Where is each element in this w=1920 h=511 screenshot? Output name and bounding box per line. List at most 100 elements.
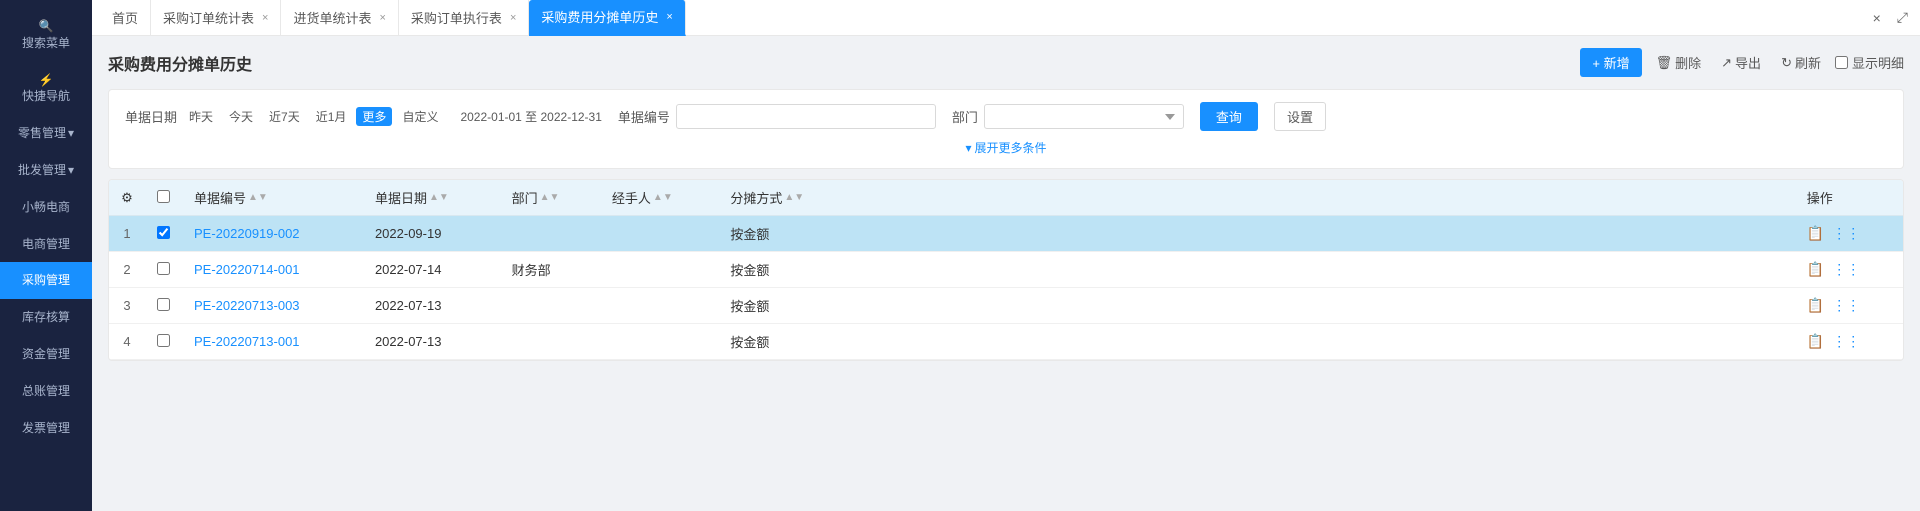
table-row: 4 PE-20220713-001 2022-07-13 按金额 📋 ⋮⋮ <box>109 324 1903 360</box>
tab-close-icon[interactable]: × <box>510 12 516 24</box>
col-handler[interactable]: 经手人 ▲▼ <box>600 180 718 216</box>
show-cols-toggle[interactable]: 显示明细 <box>1835 53 1904 72</box>
row-checkbox-cell[interactable] <box>145 216 182 252</box>
sidebar-item-finance[interactable]: 资金管理 <box>0 336 92 373</box>
date-filter-group: 单据日期 昨天 今天 近7天 近1月 更多 自定义 <box>125 107 444 126</box>
date-btn-yesterday[interactable]: 昨天 <box>183 107 219 126</box>
row-checkbox-cell[interactable] <box>145 252 182 288</box>
more-icon[interactable]: ⋮⋮ <box>1832 297 1860 314</box>
tab-purchase-stat[interactable]: 采购订单统计表 × <box>151 0 281 36</box>
tab-label: 采购订单统计表 <box>163 8 254 27</box>
sidebar-item-label: 快捷导航 <box>4 88 88 105</box>
row-checkbox[interactable] <box>157 226 170 239</box>
row-checkbox[interactable] <box>157 298 170 311</box>
row-settings-cell: 1 <box>109 216 145 252</box>
tabs-bar: 首页 采购订单统计表 × 进货单统计表 × 采购订单执行表 × 采购费用分摊单历… <box>92 0 1920 36</box>
page-header: 采购费用分摊单历史 + 新增 🗑 删除 ↗ 导出 ↻ 刷新 显示明细 <box>108 48 1904 77</box>
sidebar-item-retail[interactable]: 零售管理 ▾ <box>0 115 92 152</box>
docno-input[interactable] <box>676 104 936 129</box>
tab-close-icon[interactable]: × <box>379 12 385 24</box>
window-expand-btn[interactable]: ⤢ <box>1893 7 1912 28</box>
row-checkbox[interactable] <box>157 334 170 347</box>
sidebar-item-wholesale[interactable]: 批发管理 ▾ <box>0 152 92 189</box>
docno-filter-group: 单据编号 <box>618 104 936 129</box>
row-checkbox-cell[interactable] <box>145 288 182 324</box>
sidebar-item-label: 搜索菜单 <box>4 35 88 52</box>
sidebar-item-xiaodian[interactable]: 小畅电商 <box>0 189 92 226</box>
tab-close-icon[interactable]: × <box>666 11 672 23</box>
delete-button[interactable]: 🗑 删除 <box>1650 49 1708 76</box>
sidebar-item-search[interactable]: 🔍 搜索菜单 <box>0 8 92 62</box>
col-settings[interactable]: ⚙ <box>109 180 145 216</box>
dept-label: 部门 <box>952 107 978 126</box>
sidebar-item-purchase[interactable]: 采购管理 <box>0 262 92 299</box>
more-icon[interactable]: ⋮⋮ <box>1832 333 1860 350</box>
date-btn-custom[interactable]: 自定义 <box>396 107 444 126</box>
sort-dept[interactable]: 部门 ▲▼ <box>512 188 560 207</box>
refresh-button[interactable]: ↻ 刷新 <box>1775 49 1827 76</box>
row-operation-cell: 📋 ⋮⋮ <box>1795 288 1903 324</box>
row-checkbox[interactable] <box>157 262 170 275</box>
view-icon[interactable]: 📋 <box>1807 297 1824 314</box>
col-doc-no[interactable]: 单据编号 ▲▼ <box>182 180 363 216</box>
sidebar-item-invoice[interactable]: 发票管理 <box>0 410 92 447</box>
tab-purchase-split[interactable]: 采购费用分摊单历史 × <box>529 0 685 36</box>
tab-inbound-stat[interactable]: 进货单统计表 × <box>281 0 398 36</box>
col-doc-date[interactable]: 单据日期 ▲▼ <box>363 180 500 216</box>
quick-nav-icon: ⚡ <box>4 72 88 89</box>
row-split-method: 按金额 <box>718 216 1794 252</box>
doc-no-link[interactable]: PE-20220919-002 <box>194 226 300 241</box>
window-close-btn[interactable]: × <box>1869 8 1885 28</box>
op-cell: 📋 ⋮⋮ <box>1807 261 1891 278</box>
date-btn-1month[interactable]: 近1月 <box>310 107 353 126</box>
row-dept <box>500 216 600 252</box>
sort-arrows: ▲▼ <box>653 193 673 203</box>
date-btn-7days[interactable]: 近7天 <box>263 107 306 126</box>
query-button[interactable]: 查询 <box>1200 102 1258 131</box>
refresh-label: 刷新 <box>1795 53 1821 72</box>
col-split-method[interactable]: 分摊方式 ▲▼ <box>718 180 1794 216</box>
row-handler <box>600 288 718 324</box>
row-dept <box>500 288 600 324</box>
sidebar-item-inventory[interactable]: 库存核算 <box>0 299 92 336</box>
sidebar-item-quick[interactable]: ⚡ 快捷导航 <box>0 62 92 116</box>
settings-button[interactable]: 设置 <box>1274 102 1326 131</box>
expand-more-btn[interactable]: ▾ 展开更多条件 <box>965 139 1046 156</box>
table-container: ⚙ 单据编号 ▲▼ 单据日期 <box>108 179 1904 361</box>
page-title: 采购费用分摊单历史 <box>108 51 252 75</box>
date-btn-more[interactable]: 更多 <box>356 107 392 126</box>
date-range-display: 2022-01-01 至 2022-12-31 <box>460 108 601 125</box>
tab-close-icon[interactable]: × <box>262 12 268 24</box>
more-icon[interactable]: ⋮⋮ <box>1832 261 1860 278</box>
date-btn-today[interactable]: 今天 <box>223 107 259 126</box>
dept-select[interactable] <box>984 104 1184 129</box>
view-icon[interactable]: 📋 <box>1807 225 1824 242</box>
sidebar-item-ecommerce[interactable]: 电商管理 <box>0 226 92 263</box>
sort-handler[interactable]: 经手人 ▲▼ <box>612 188 673 207</box>
sort-arrows: ▲▼ <box>540 193 560 203</box>
doc-no-link[interactable]: PE-20220713-001 <box>194 334 300 349</box>
sidebar-item-label: 批发管理 <box>18 162 66 179</box>
row-handler <box>600 324 718 360</box>
tab-home[interactable]: 首页 <box>100 0 151 36</box>
export-button[interactable]: ↗ 导出 <box>1715 49 1767 76</box>
row-settings-cell: 2 <box>109 252 145 288</box>
show-cols-checkbox[interactable] <box>1835 56 1848 69</box>
op-cell: 📋 ⋮⋮ <box>1807 333 1891 350</box>
main-container: 首页 采购订单统计表 × 进货单统计表 × 采购订单执行表 × 采购费用分摊单历… <box>92 0 1920 511</box>
sort-doc-date[interactable]: 单据日期 ▲▼ <box>375 188 449 207</box>
col-dept[interactable]: 部门 ▲▼ <box>500 180 600 216</box>
doc-no-link[interactable]: PE-20220714-001 <box>194 262 300 277</box>
view-icon[interactable]: 📋 <box>1807 261 1824 278</box>
sidebar-item-ledger[interactable]: 总账管理 <box>0 373 92 410</box>
sort-split-method[interactable]: 分摊方式 ▲▼ <box>730 188 804 207</box>
add-button[interactable]: + 新增 <box>1580 48 1641 77</box>
select-all-checkbox[interactable] <box>157 190 170 203</box>
row-checkbox-cell[interactable] <box>145 324 182 360</box>
tab-purchase-exec[interactable]: 采购订单执行表 × <box>399 0 529 36</box>
sidebar-item-label: 库存核算 <box>4 309 88 326</box>
doc-no-link[interactable]: PE-20220713-003 <box>194 298 300 313</box>
more-icon[interactable]: ⋮⋮ <box>1832 225 1860 242</box>
sort-doc-no[interactable]: 单据编号 ▲▼ <box>194 188 268 207</box>
view-icon[interactable]: 📋 <box>1807 333 1824 350</box>
